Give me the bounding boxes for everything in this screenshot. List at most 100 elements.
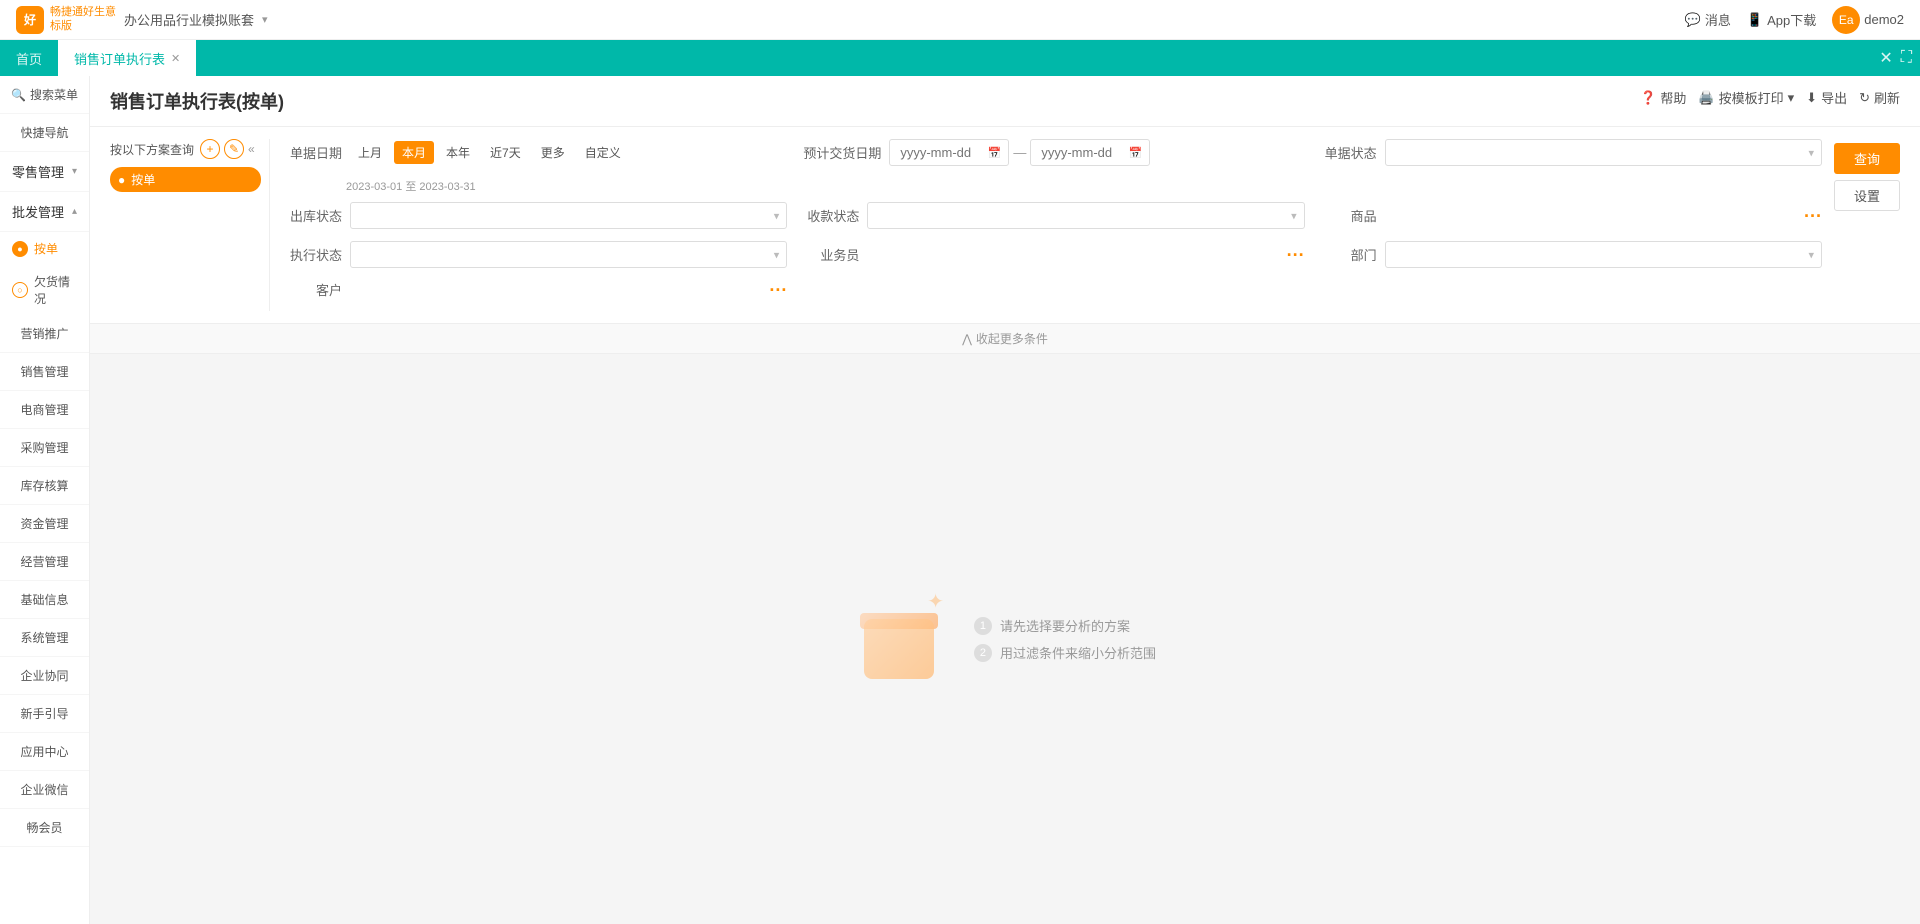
sidebar: 🔍 搜索菜单 快捷导航 零售管理 ▾ 批发管理 ▴ ● 按单 ○ 欠货情况 营销… [0, 76, 90, 924]
order-status-label: 单据状态 [1321, 143, 1377, 162]
help-icon: ❓ [1640, 90, 1656, 106]
sidebar-sub-by-order[interactable]: ● 按单 [0, 232, 89, 265]
exec-status-label: 执行状态 [286, 245, 342, 264]
chevron-down-icon: ▾ [72, 166, 77, 177]
tab-close-icon[interactable]: ✕ [171, 52, 180, 65]
salesperson-dots-icon[interactable]: ··· [1287, 246, 1305, 264]
app-download-action[interactable]: 📱 App下载 [1747, 10, 1816, 29]
filter-order-status-field: 单据状态 ▾ [1321, 139, 1822, 166]
sidebar-item-operations[interactable]: 经营管理 [0, 543, 89, 581]
scheme-panel: 按以下方案查询 + ✎ « ● 按单 [110, 139, 270, 311]
nav-dropdown-icon[interactable]: ▾ [262, 13, 268, 26]
outline-dot-icon: ○ [12, 282, 28, 298]
dept-select[interactable] [1385, 241, 1822, 268]
scheme-add-button[interactable]: + [200, 139, 220, 159]
filter-salesperson-field: 业务员 ··· [803, 241, 1304, 268]
collapse-row[interactable]: ⋀ 收起更多条件 [90, 323, 1920, 353]
message-icon: 💬 [1685, 12, 1701, 28]
date-range-display: 2023-03-01 至 2023-03-31 [346, 178, 1822, 194]
date-btn-7days[interactable]: 近7天 [482, 141, 529, 164]
sparkle-icon: ✦ [927, 589, 944, 614]
exec-status-select[interactable] [350, 241, 787, 268]
sidebar-item-onboarding[interactable]: 新手引导 [0, 695, 89, 733]
tab-maximize-icon[interactable]: ⛶ [1901, 49, 1912, 67]
sidebar-sub-shortage[interactable]: ○ 欠货情况 [0, 265, 89, 315]
out-status-wrapper: ▾ [350, 202, 787, 229]
sidebar-item-finance[interactable]: 资金管理 [0, 505, 89, 543]
reset-button[interactable]: 设置 [1834, 180, 1900, 211]
filter-date-field: 单据日期 上月 本月 本年 近7天 更多 自定义 [286, 139, 787, 166]
sidebar-item-member[interactable]: 畅会员 [0, 809, 89, 847]
order-status-wrapper: ▾ [1385, 139, 1822, 166]
sidebar-item-app-center[interactable]: 应用中心 [0, 733, 89, 771]
message-action[interactable]: 💬 消息 [1685, 10, 1731, 29]
date-range-separator: — [1013, 145, 1026, 160]
scheme-collapse-icon[interactable]: « [248, 142, 255, 156]
date-btn-more[interactable]: 更多 [533, 141, 573, 164]
out-status-select[interactable] [350, 202, 787, 229]
header-left: 好 畅捷通好生意 标版 办公用品行业模拟账套 ▾ [16, 6, 268, 34]
filter-customer-field: 客户 ··· [286, 280, 787, 299]
customer-dots-icon[interactable]: ··· [769, 281, 787, 299]
sidebar-quick-nav[interactable]: 快捷导航 [0, 114, 89, 152]
content-area: 销售订单执行表(按单) ❓ 帮助 🖨️ 按模板打印 ▾ ⬇ 导出 ↻ 刷新 [90, 76, 1920, 924]
tip-num-2: 2 [974, 644, 992, 662]
empty-tip-1: 1 请先选择要分析的方案 [974, 616, 1156, 635]
avatar: Ea [1832, 6, 1860, 34]
print-dropdown-icon[interactable]: ▾ [1788, 90, 1795, 106]
payment-status-label: 收款状态 [803, 206, 859, 225]
sidebar-item-sales[interactable]: 销售管理 [0, 353, 89, 391]
sidebar-item-basics[interactable]: 基础信息 [0, 581, 89, 619]
expected-date-end-input[interactable] [1030, 139, 1150, 166]
date-btn-current-year[interactable]: 本年 [438, 141, 478, 164]
active-dot-icon: ● [12, 241, 28, 257]
page-header: 销售订单执行表(按单) ❓ 帮助 🖨️ 按模板打印 ▾ ⬇ 导出 ↻ 刷新 [90, 76, 1920, 127]
sidebar-item-wholesale[interactable]: 批发管理 ▴ [0, 192, 89, 232]
sidebar-item-purchase[interactable]: 采购管理 [0, 429, 89, 467]
out-status-label: 出库状态 [286, 206, 342, 225]
tab-bar-actions: ✕ ⛶ [1879, 48, 1920, 68]
dept-wrapper: ▾ [1385, 241, 1822, 268]
payment-status-select[interactable] [867, 202, 1304, 229]
sidebar-search-menu[interactable]: 🔍 搜索菜单 [0, 76, 89, 114]
sidebar-item-inventory[interactable]: 库存核算 [0, 467, 89, 505]
refresh-button[interactable]: ↻ 刷新 [1859, 88, 1900, 107]
order-status-select[interactable] [1385, 139, 1822, 166]
filter-row-4: 客户 ··· [286, 280, 1822, 299]
sidebar-item-marketing[interactable]: 营销推广 [0, 315, 89, 353]
date-btn-custom[interactable]: 自定义 [577, 141, 629, 164]
app-download-icon: 📱 [1747, 12, 1763, 28]
scheme-item-by-order[interactable]: ● 按单 [110, 167, 261, 192]
date-btn-last-month[interactable]: 上月 [350, 141, 390, 164]
tab-bar: 首页 销售订单执行表 ✕ ✕ ⛶ [0, 40, 1920, 76]
product-label: 商品 [1321, 206, 1377, 225]
tab-home[interactable]: 首页 [0, 40, 58, 76]
expected-date-start-input[interactable] [889, 139, 1009, 166]
logo-text: 畅捷通好生意 标版 [50, 6, 116, 32]
date-btn-current-month[interactable]: 本月 [394, 141, 434, 164]
collapse-up-icon: ⋀ [962, 332, 972, 346]
collapse-button[interactable]: ⋀ 收起更多条件 [962, 330, 1048, 347]
user-profile[interactable]: Ea demo2 [1832, 6, 1904, 34]
sidebar-item-ecommerce[interactable]: 电商管理 [0, 391, 89, 429]
help-button[interactable]: ❓ 帮助 [1640, 88, 1686, 107]
refresh-icon: ↻ [1859, 90, 1870, 106]
product-dots-icon[interactable]: ··· [1804, 207, 1822, 225]
sidebar-item-enterprise-collab[interactable]: 企业协同 [0, 657, 89, 695]
filter-row-1: 单据日期 上月 本月 本年 近7天 更多 自定义 [286, 139, 1822, 166]
sidebar-item-system[interactable]: 系统管理 [0, 619, 89, 657]
tab-minimize-icon[interactable]: ✕ [1879, 48, 1892, 68]
sidebar-item-enterprise-wechat[interactable]: 企业微信 [0, 771, 89, 809]
filter-product-field: 商品 ··· [1321, 202, 1822, 229]
print-button[interactable]: 🖨️ 按模板打印 ▾ [1698, 88, 1794, 107]
tab-sales-order[interactable]: 销售订单执行表 ✕ [58, 40, 196, 76]
export-button[interactable]: ⬇ 导出 [1806, 88, 1847, 107]
print-icon: 🖨️ [1698, 90, 1714, 106]
filter-out-status-field: 出库状态 ▾ [286, 202, 787, 229]
filter-exec-status-field: 执行状态 ▾ [286, 241, 787, 268]
scheme-edit-button[interactable]: ✎ [224, 139, 244, 159]
date-label: 单据日期 [286, 143, 342, 162]
search-button[interactable]: 查询 [1834, 143, 1900, 174]
top-header: 好 畅捷通好生意 标版 办公用品行业模拟账套 ▾ 💬 消息 📱 App下载 Ea… [0, 0, 1920, 40]
sidebar-item-retail[interactable]: 零售管理 ▾ [0, 152, 89, 192]
